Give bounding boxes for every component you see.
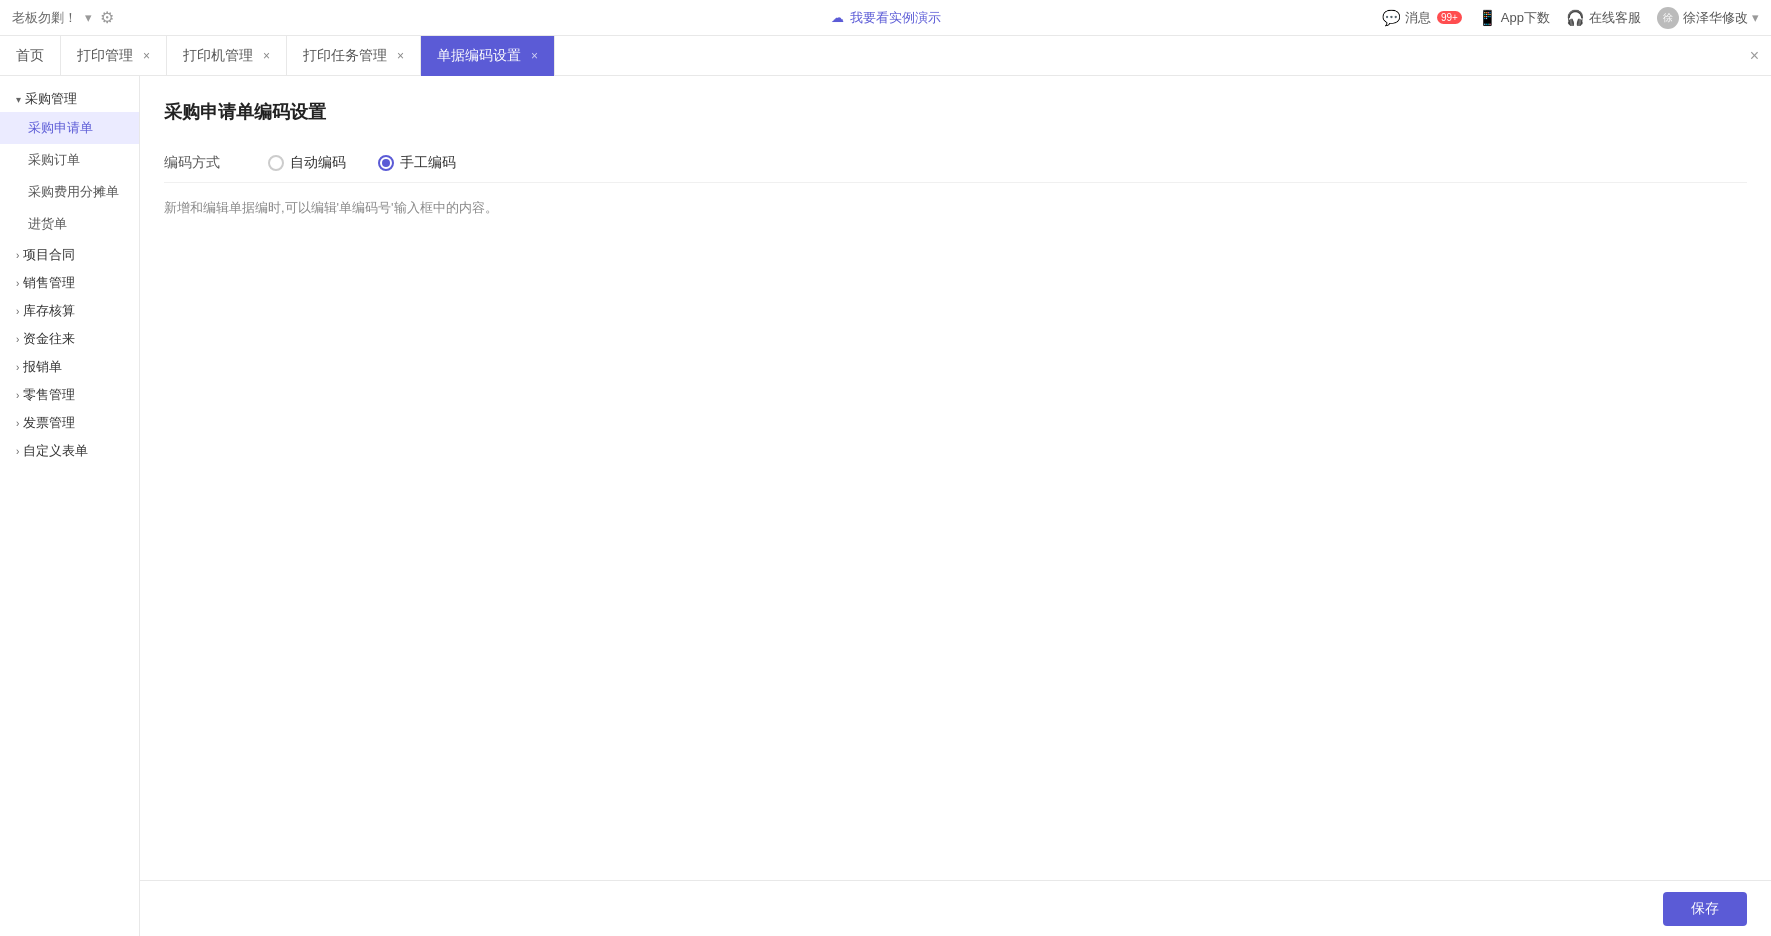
tab-print-manage[interactable]: 打印管理 × — [61, 36, 167, 76]
user-dropdown-icon: ▾ — [1752, 10, 1759, 25]
save-button[interactable]: 保存 — [1663, 892, 1747, 926]
sidebar-group-inventory-label: 库存核算 — [23, 302, 75, 320]
sidebar-group-inventory-title[interactable]: › 库存核算 — [0, 296, 139, 324]
sidebar-group-funds-label: 资金往来 — [23, 330, 75, 348]
sidebar-item-purchase-order[interactable]: 采购订单 — [0, 144, 139, 176]
sidebar-item-stock-in-label: 进货单 — [28, 216, 67, 231]
sidebar: ▾ 采购管理 采购申请单 采购订单 采购费用分摊单 进货单 › 项目合同 › 销… — [0, 76, 140, 936]
sidebar-group-purchase: ▾ 采购管理 采购申请单 采购订单 采购费用分摊单 进货单 — [0, 84, 139, 240]
radio-auto-circle[interactable] — [268, 155, 284, 171]
tab-bar: 首页 打印管理 × 打印机管理 × 打印任务管理 × 单据编码设置 × × — [0, 36, 1771, 76]
arrow-right-icon-invoice: › — [16, 418, 19, 429]
tab-printer-manage[interactable]: 打印机管理 × — [167, 36, 287, 76]
hint-text: 新增和编辑单据编时,可以编辑'单编码号'输入框中的内容。 — [164, 199, 1747, 217]
radio-manual-option[interactable]: 手工编码 — [378, 154, 456, 172]
tab-printer-manage-close[interactable]: × — [263, 49, 270, 63]
settings-icon[interactable]: ⚙ — [100, 8, 114, 27]
headset-icon: 🎧 — [1566, 9, 1585, 27]
arrow-right-icon-expense: › — [16, 362, 19, 373]
sidebar-group-expense-title[interactable]: › 报销单 — [0, 352, 139, 380]
sidebar-item-purchase-order-label: 采购订单 — [28, 152, 80, 167]
radio-manual-label: 手工编码 — [400, 154, 456, 172]
code-type-label: 编码方式 — [164, 154, 220, 172]
sidebar-group-project-label: 项目合同 — [23, 246, 75, 264]
sidebar-group-funds-title[interactable]: › 资金往来 — [0, 324, 139, 352]
tab-printer-manage-label: 打印机管理 — [183, 47, 253, 65]
sidebar-group-purchase-label: 采购管理 — [25, 90, 77, 108]
user-item[interactable]: 徐 徐泽华修改 ▾ — [1657, 7, 1759, 29]
arrow-right-icon-custom: › — [16, 446, 19, 457]
online-service-item[interactable]: 🎧 在线客服 — [1566, 9, 1641, 27]
tab-print-manage-label: 打印管理 — [77, 47, 133, 65]
sidebar-group-sales-title[interactable]: › 销售管理 — [0, 268, 139, 296]
sidebar-group-sales-label: 销售管理 — [23, 274, 75, 292]
message-item[interactable]: 💬 消息 99+ — [1382, 9, 1462, 27]
message-icon: 💬 — [1382, 9, 1401, 27]
sidebar-group-custom-title[interactable]: › 自定义表单 — [0, 436, 139, 464]
tab-code-setting[interactable]: 单据编码设置 × — [421, 36, 555, 76]
radio-manual-circle[interactable] — [378, 155, 394, 171]
content-area: 采购申请单编码设置 编码方式 自动编码 手工编码 新增和编辑单据编时,可以编辑'… — [140, 76, 1771, 936]
app-download-item[interactable]: 📱 App下数 — [1478, 9, 1550, 27]
app-download-label: App下数 — [1501, 9, 1550, 27]
sidebar-item-purchase-fee[interactable]: 采购费用分摊单 — [0, 176, 139, 208]
radio-auto-label: 自动编码 — [290, 154, 346, 172]
tab-code-setting-close[interactable]: × — [531, 49, 538, 63]
tab-home[interactable]: 首页 — [0, 36, 61, 76]
sidebar-group-invoice-label: 发票管理 — [23, 414, 75, 432]
message-label: 消息 — [1405, 9, 1431, 27]
arrow-right-icon-project: › — [16, 250, 19, 261]
sidebar-group-purchase-title[interactable]: ▾ 采购管理 — [0, 84, 139, 112]
tab-home-label: 首页 — [16, 47, 44, 65]
footer-bar: 保存 — [140, 880, 1771, 936]
arrow-right-icon-funds: › — [16, 334, 19, 345]
tab-code-setting-label: 单据编码设置 — [437, 47, 521, 65]
dropdown-icon[interactable]: ▾ — [85, 10, 92, 25]
arrow-right-icon-inventory: › — [16, 306, 19, 317]
sidebar-item-purchase-request-label: 采购申请单 — [28, 120, 93, 135]
logo-text: 老板勿剿！ — [12, 9, 77, 27]
sidebar-group-expense-label: 报销单 — [23, 358, 62, 376]
center-text[interactable]: 我要看实例演示 — [850, 9, 941, 27]
top-bar-center: ☁ 我要看实例演示 — [831, 9, 941, 27]
sidebar-item-purchase-request[interactable]: 采购申请单 — [0, 112, 139, 144]
tab-print-task[interactable]: 打印任务管理 × — [287, 36, 421, 76]
arrow-right-icon-sales: › — [16, 278, 19, 289]
online-service-label: 在线客服 — [1589, 9, 1641, 27]
arrow-down-icon: ▾ — [16, 94, 21, 105]
app-icon: 📱 — [1478, 9, 1497, 27]
sidebar-item-stock-in[interactable]: 进货单 — [0, 208, 139, 240]
top-bar-left: 老板勿剿！ ▾ ⚙ — [12, 8, 114, 27]
sidebar-group-invoice-title[interactable]: › 发票管理 — [0, 408, 139, 436]
sidebar-group-project-title[interactable]: › 项目合同 — [0, 240, 139, 268]
content-main: 采购申请单编码设置 编码方式 自动编码 手工编码 新增和编辑单据编时,可以编辑'… — [140, 76, 1771, 880]
top-bar-right: 💬 消息 99+ 📱 App下数 🎧 在线客服 徐 徐泽华修改 ▾ — [1382, 7, 1759, 29]
sidebar-group-custom-label: 自定义表单 — [23, 442, 88, 460]
tab-print-manage-close[interactable]: × — [143, 49, 150, 63]
radio-auto-option[interactable]: 自动编码 — [268, 154, 346, 172]
tab-print-task-close[interactable]: × — [397, 49, 404, 63]
top-bar: 老板勿剿！ ▾ ⚙ ☁ 我要看实例演示 💬 消息 99+ 📱 App下数 🎧 在… — [0, 0, 1771, 36]
sidebar-group-retail-label: 零售管理 — [23, 386, 75, 404]
message-badge: 99+ — [1437, 11, 1462, 24]
page-title: 采购申请单编码设置 — [164, 100, 1747, 124]
arrow-right-icon-retail: › — [16, 390, 19, 401]
main-layout: ▾ 采购管理 采购申请单 采购订单 采购费用分摊单 进货单 › 项目合同 › 销… — [0, 76, 1771, 936]
cloud-icon: ☁ — [831, 10, 844, 25]
tab-print-task-label: 打印任务管理 — [303, 47, 387, 65]
sidebar-item-purchase-fee-label: 采购费用分摊单 — [28, 184, 119, 199]
avatar: 徐 — [1657, 7, 1679, 29]
code-type-row: 编码方式 自动编码 手工编码 — [164, 144, 1747, 183]
username: 徐泽华修改 — [1683, 9, 1748, 27]
sidebar-group-retail-title[interactable]: › 零售管理 — [0, 380, 139, 408]
close-all-tabs-button[interactable]: × — [1750, 47, 1759, 65]
